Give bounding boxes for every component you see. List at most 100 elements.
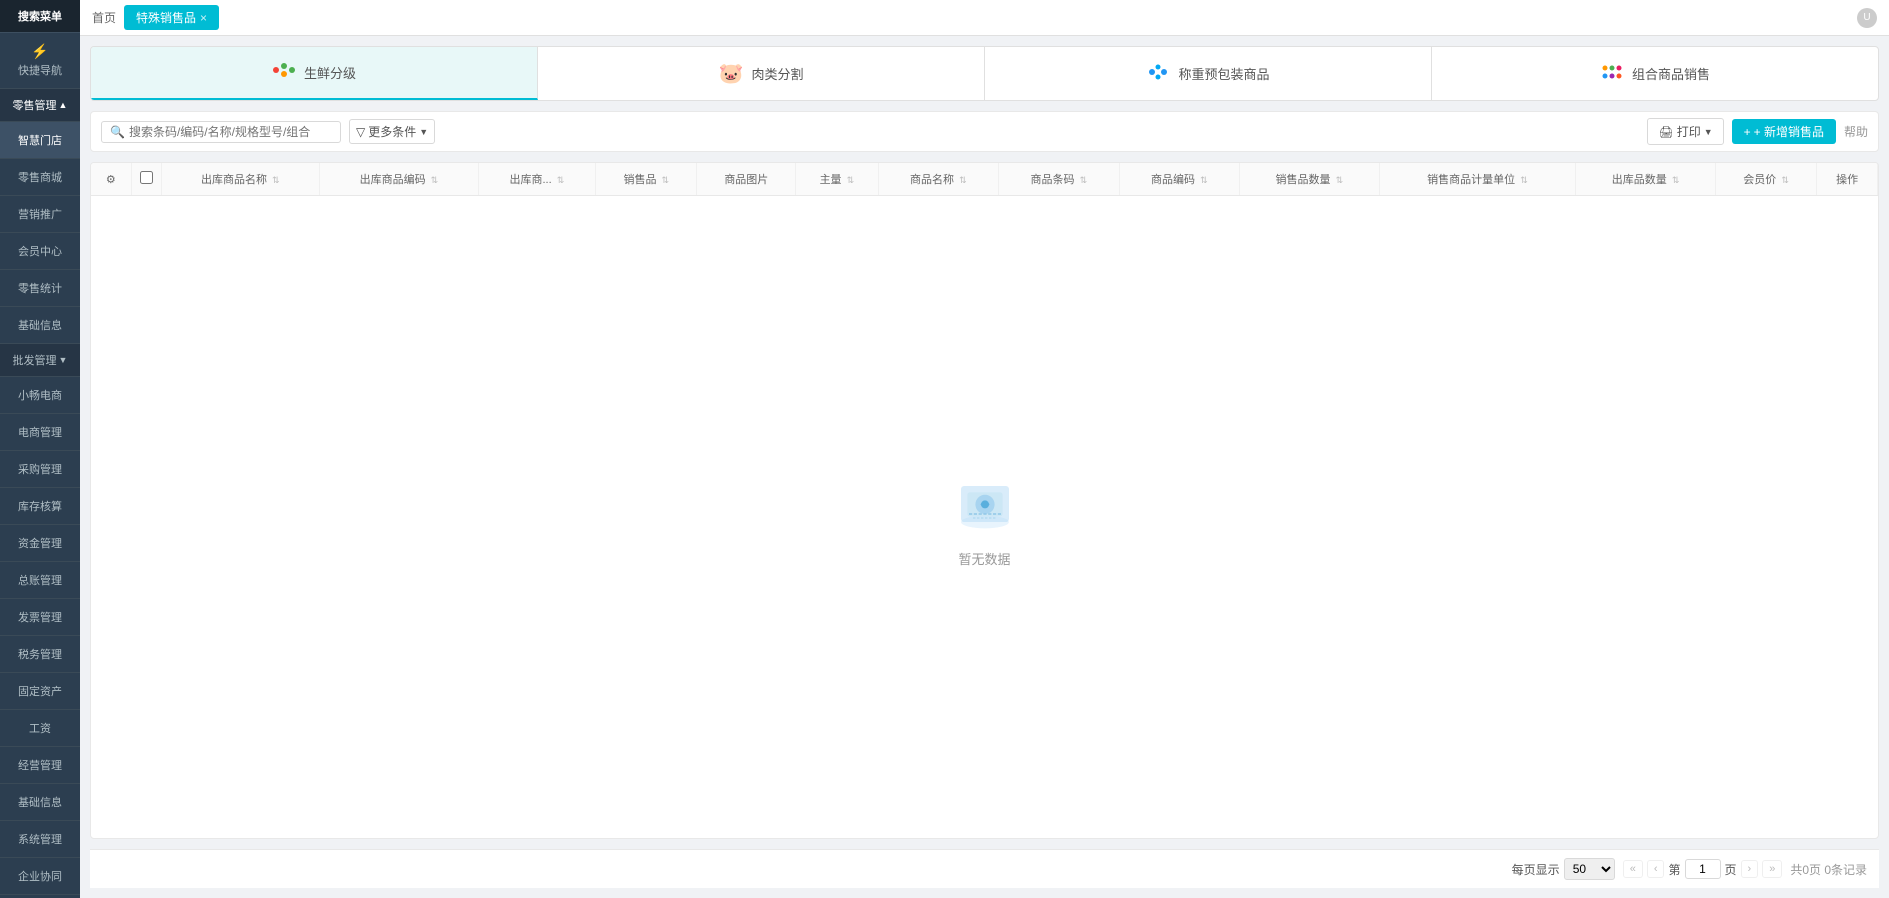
empty-text: 暂无数据 (958, 549, 1010, 568)
help-button[interactable]: 帮助 (1844, 123, 1868, 140)
sidebar-item-ledger-mgmt[interactable]: 总账管理 (0, 562, 80, 599)
sidebar-item-retail-stats[interactable]: 零售统计 (0, 270, 80, 307)
sidebar-item-member-center[interactable]: 会员中心 (0, 233, 80, 270)
col-goods-code[interactable]: 商品编码 ⇅ (1119, 163, 1240, 196)
retail-stats-label: 零售统计 (4, 280, 76, 296)
col-out-qty-label: 出库品数量 (1612, 174, 1667, 186)
col-out-name[interactable]: 出库商品名称 ⇅ (161, 163, 320, 196)
sidebar-item-wages[interactable]: 工资 (0, 710, 80, 747)
purchase-mgmt-label: 采购管理 (4, 461, 76, 477)
sidebar-item-invoice-mgmt[interactable]: 发票管理 (0, 599, 80, 636)
per-page-dropdown[interactable]: 10 20 50 100 (1564, 858, 1615, 880)
sidebar-item-tax-mgmt[interactable]: 税务管理 (0, 636, 80, 673)
sidebar-item-sys-mgmt[interactable]: 系统管理 (0, 821, 80, 858)
col-sales-qty[interactable]: 销售品数量 ⇅ (1240, 163, 1380, 196)
sidebar-item-fixed-assets[interactable]: 固定资产 (0, 673, 80, 710)
filter-label: 更多条件 (368, 123, 416, 140)
print-label: 打印 (1677, 123, 1701, 140)
col-out-spec[interactable]: 出库商... ⇅ (478, 163, 595, 196)
col-sales-qty-label: 销售品数量 (1276, 174, 1331, 186)
sys-mgmt-label: 系统管理 (4, 831, 76, 847)
sales-promo-label: 营销推广 (4, 206, 76, 222)
col-img-label: 商品图片 (724, 174, 768, 186)
next-page-button[interactable]: › (1741, 860, 1759, 878)
sidebar-item-finance-mgmt[interactable]: 资金管理 (0, 525, 80, 562)
fresh-grade-label: 生鲜分级 (304, 63, 356, 82)
per-page-label: 每页显示 (1512, 861, 1560, 878)
search-icon: 🔍 (110, 125, 125, 139)
sidebar-item-purchase-mgmt[interactable]: 采购管理 (0, 451, 80, 488)
sidebar-item-smart-store[interactable]: 智慧门店 (0, 122, 80, 159)
sidebar-item-quick-nav[interactable]: ⚡ 快捷导航 (0, 33, 80, 89)
sidebar-item-sales-promo[interactable]: 营销推广 (0, 196, 80, 233)
sidebar-item-basic-info2[interactable]: 基础信息 (0, 784, 80, 821)
member-center-label: 会员中心 (4, 243, 76, 259)
print-button[interactable]: 🖨 打印 ▼ (1647, 118, 1723, 145)
sidebar: 搜索菜单 ⚡ 快捷导航 零售管理 ▲ 智慧门店 零售商城 营销推广 会员中心 零… (0, 0, 80, 898)
user-avatar[interactable]: U (1857, 8, 1877, 28)
col-member-price[interactable]: 会员价 ⇅ (1715, 163, 1816, 196)
pagination: 每页显示 10 20 50 100 « ‹ 第 页 › » 共0页 0条记录 (90, 849, 1879, 888)
sidebar-item-biz-agreement[interactable]: 企业协同 (0, 858, 80, 895)
sidebar-item-ops-mgmt[interactable]: 经营管理 (0, 747, 80, 784)
col-out-qty[interactable]: 出库品数量 ⇅ (1576, 163, 1716, 196)
col-out-code[interactable]: 出库商品编码 ⇅ (320, 163, 479, 196)
sort-icon: ⇅ (1080, 175, 1088, 185)
sidebar-logo[interactable]: 搜索菜单 (0, 0, 80, 33)
active-tab[interactable]: 特殊销售品 × (124, 5, 219, 30)
add-icon: + (1744, 125, 1751, 139)
col-barcode[interactable]: 商品条码 ⇅ (999, 163, 1120, 196)
filter-button[interactable]: ▽ 更多条件 ▼ (349, 119, 435, 144)
cat-tab-meat-split[interactable]: 🐷 肉类分割 (538, 47, 985, 100)
sort-icon: ⇅ (1672, 175, 1680, 185)
last-page-button[interactable]: » (1762, 860, 1782, 878)
ecom-mgmt-label: 电商管理 (4, 424, 76, 440)
retail-mgmt-label: 零售管理 (13, 97, 57, 113)
invoice-mgmt-label: 发票管理 (4, 609, 76, 625)
col-member-price-label: 会员价 (1743, 174, 1776, 186)
col-goods-name[interactable]: 商品名称 ⇅ (878, 163, 999, 196)
cat-tab-weight-pkg[interactable]: 称重预包装商品 (985, 47, 1432, 100)
first-page-button[interactable]: « (1623, 860, 1643, 878)
col-check[interactable] (131, 163, 161, 196)
select-all-checkbox[interactable] (140, 171, 153, 184)
col-settings[interactable]: ⚙ (91, 163, 131, 196)
tab-close-icon[interactable]: × (200, 11, 207, 25)
search-box[interactable]: 🔍 (101, 121, 341, 143)
sidebar-item-mini-ecom[interactable]: 小畅电商 (0, 377, 80, 414)
prev-page-button[interactable]: ‹ (1647, 860, 1665, 878)
col-main-weight-label: 主量 (820, 174, 842, 186)
search-input[interactable] (129, 125, 329, 139)
ops-mgmt-label: 经营管理 (4, 757, 76, 773)
col-out-code-label: 出库商品编码 (360, 174, 426, 186)
sidebar-item-wholesale-mgmt[interactable]: 批发管理 ▼ (0, 344, 80, 377)
pig-icon: 🐷 (719, 61, 744, 86)
sort-icon: ⇅ (1200, 175, 1208, 185)
sort-icon: ⇅ (662, 175, 670, 185)
sort-icon: ⇅ (1781, 175, 1789, 185)
toolbar-right: 🖨 打印 ▼ + + 新增销售品 帮助 (1647, 118, 1868, 145)
quick-nav-icon: ⚡ (4, 43, 76, 60)
wholesale-mgmt-label: 批发管理 (13, 352, 57, 368)
biz-agreement-label: 企业协同 (4, 868, 76, 884)
col-main-weight[interactable]: 主量 ⇅ (796, 163, 878, 196)
sidebar-item-ecom-mgmt[interactable]: 电商管理 (0, 414, 80, 451)
finance-mgmt-label: 资金管理 (4, 535, 76, 551)
sidebar-item-inventory[interactable]: 库存核算 (0, 488, 80, 525)
filter-icon: ▽ (356, 125, 365, 139)
current-page-input[interactable] (1685, 859, 1721, 879)
sidebar-item-retail-mall[interactable]: 零售商城 (0, 159, 80, 196)
active-tab-label: 特殊销售品 (136, 9, 196, 26)
toolbar: 🔍 ▽ 更多条件 ▼ 🖨 打印 ▼ + + 新增销售品 (90, 111, 1879, 152)
smart-store-label: 智慧门店 (4, 132, 76, 148)
cat-tab-fresh-grade[interactable]: 生鲜分级 (91, 47, 538, 100)
col-sales-item[interactable]: 销售品 ⇅ (596, 163, 697, 196)
sidebar-item-retail-mgmt[interactable]: 零售管理 ▲ (0, 89, 80, 122)
col-goods-name-label: 商品名称 (910, 174, 954, 186)
home-breadcrumb[interactable]: 首页 (92, 9, 116, 26)
add-product-button[interactable]: + + 新增销售品 (1732, 119, 1836, 144)
col-sales-unit[interactable]: 销售商品计量单位 ⇅ (1379, 163, 1576, 196)
weight-pkg-label: 称重预包装商品 (1178, 64, 1269, 83)
sidebar-item-basic-info[interactable]: 基础信息 (0, 307, 80, 344)
cat-tab-combo-sales[interactable]: 组合商品销售 (1432, 47, 1878, 100)
